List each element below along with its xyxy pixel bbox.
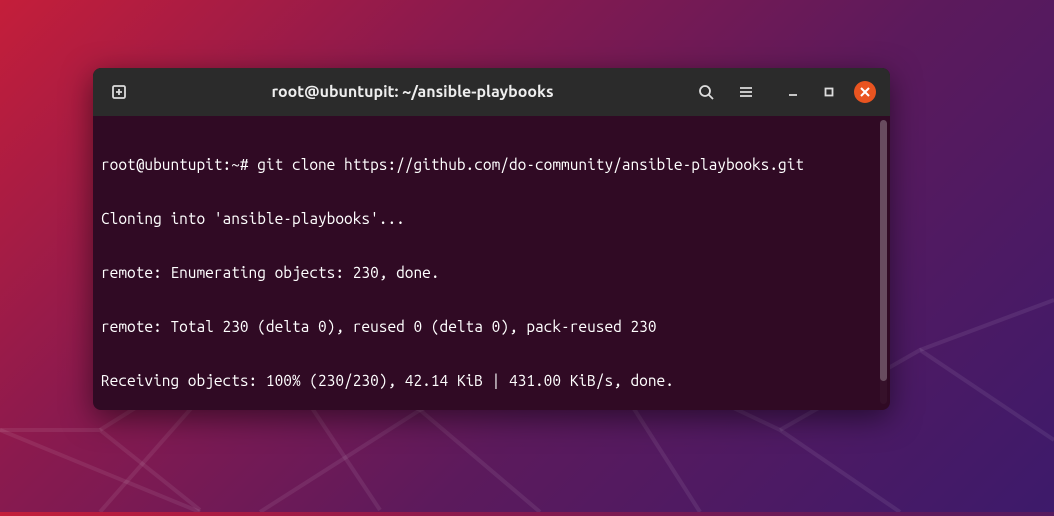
terminal-line: Cloning into 'ansible-playbooks'... bbox=[101, 210, 882, 228]
close-button[interactable] bbox=[854, 81, 876, 103]
maximize-icon bbox=[824, 87, 834, 97]
title-actions bbox=[688, 74, 882, 110]
terminal-window: root@ubuntupit: ~/ansible-playbooks bbox=[93, 68, 890, 410]
titlebar: root@ubuntupit: ~/ansible-playbooks bbox=[93, 68, 890, 116]
scrollbar-thumb[interactable] bbox=[880, 120, 887, 381]
new-tab-button[interactable] bbox=[101, 74, 137, 110]
terminal-line: remote: Total 230 (delta 0), reused 0 (d… bbox=[101, 318, 882, 336]
terminal-line: remote: Enumerating objects: 230, done. bbox=[101, 264, 882, 282]
window-title: root@ubuntupit: ~/ansible-playbooks bbox=[141, 83, 684, 101]
scrollbar-track[interactable] bbox=[880, 120, 887, 404]
new-tab-icon bbox=[111, 84, 127, 100]
window-controls bbox=[782, 81, 876, 103]
terminal-body[interactable]: root@ubuntupit:~# git clone https://gith… bbox=[93, 116, 890, 410]
search-icon bbox=[698, 84, 714, 100]
search-button[interactable] bbox=[688, 74, 724, 110]
terminal-line: Receiving objects: 100% (230/230), 42.14… bbox=[101, 372, 882, 390]
menu-button[interactable] bbox=[728, 74, 764, 110]
hamburger-icon bbox=[738, 84, 754, 100]
close-icon bbox=[860, 87, 870, 97]
minimize-button[interactable] bbox=[782, 81, 804, 103]
minimize-icon bbox=[788, 87, 798, 97]
terminal-line: root@ubuntupit:~# git clone https://gith… bbox=[101, 156, 882, 174]
maximize-button[interactable] bbox=[818, 81, 840, 103]
